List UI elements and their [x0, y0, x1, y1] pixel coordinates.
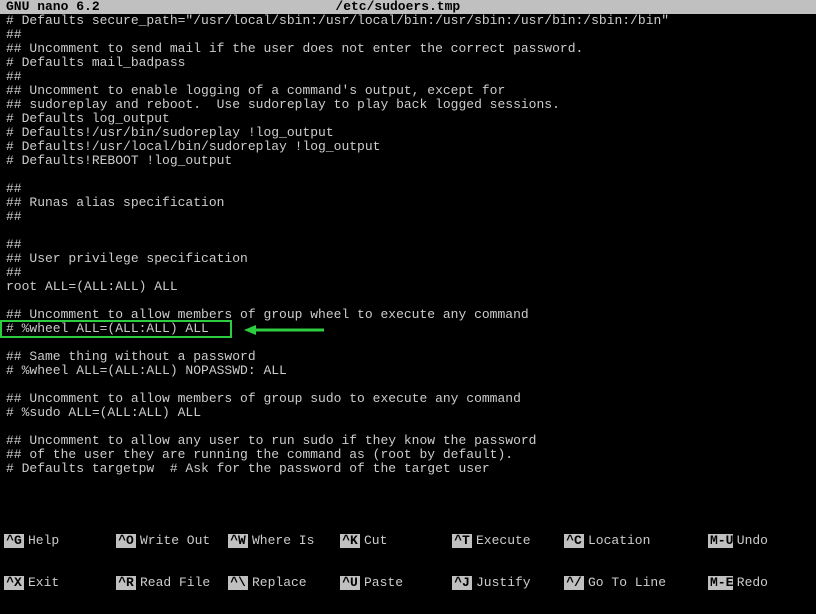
file-line [6, 224, 810, 238]
file-line [6, 420, 810, 434]
title-bar: GNU nano 6.2 /etc/sudoers.tmp [0, 0, 816, 14]
file-line: # Defaults log_output [6, 112, 810, 126]
help-key: ^K [340, 534, 360, 548]
file-line: ## Runas alias specification [6, 196, 810, 210]
arrow-icon [244, 324, 324, 336]
help-item[interactable]: ^X Exit [4, 576, 116, 590]
help-item[interactable]: ^W Where Is [228, 534, 340, 548]
file-line [6, 168, 810, 182]
help-item[interactable]: ^O Write Out [116, 534, 228, 548]
file-line: ## Uncomment to allow members of group w… [6, 308, 810, 322]
help-row-2: ^X Exit ^R Read File ^\ Replace ^U Paste ^J Justi… [4, 576, 812, 590]
file-line [6, 294, 810, 308]
help-key: ^O [116, 534, 136, 548]
help-item[interactable]: ^R Read File [116, 576, 228, 590]
help-key: M-E [708, 576, 733, 590]
file-line: ## [6, 266, 810, 280]
help-key: ^U [340, 576, 360, 590]
help-key: ^W [228, 534, 248, 548]
file-line: ## sudoreplay and reboot. Use sudoreplay… [6, 98, 810, 112]
file-line: root ALL=(ALL:ALL) ALL [6, 280, 810, 294]
title-right [696, 0, 816, 14]
help-item[interactable]: M-U Undo [708, 534, 768, 548]
help-label: Read File [140, 576, 210, 590]
file-line: # Defaults!/usr/bin/sudoreplay !log_outp… [6, 126, 810, 140]
file-line [6, 336, 810, 350]
help-item[interactable]: ^/ Go To Line [564, 576, 708, 590]
help-label: Write Out [140, 534, 210, 548]
help-key: ^/ [564, 576, 584, 590]
file-line: # %sudo ALL=(ALL:ALL) ALL [6, 406, 810, 420]
help-key: ^J [452, 576, 472, 590]
file-line: ## [6, 210, 810, 224]
help-item[interactable]: ^T Execute [452, 534, 564, 548]
help-label: Redo [737, 576, 768, 590]
file-line: # Defaults!/usr/local/bin/sudoreplay !lo… [6, 140, 810, 154]
help-label: Exit [28, 576, 59, 590]
file-line: ## of the user they are running the comm… [6, 448, 810, 462]
file-line: # Defaults secure_path="/usr/local/sbin:… [6, 14, 810, 28]
help-label: Location [588, 534, 650, 548]
highlighted-line: # %wheel ALL=(ALL:ALL) ALL [6, 322, 810, 336]
file-line: ## [6, 182, 810, 196]
file-line: ## Uncomment to allow members of group s… [6, 392, 810, 406]
help-label: Cut [364, 534, 387, 548]
help-item[interactable]: ^U Paste [340, 576, 452, 590]
help-item[interactable]: ^C Location [564, 534, 708, 548]
help-label: Undo [737, 534, 768, 548]
file-line: ## User privilege specification [6, 252, 810, 266]
help-label: Help [28, 534, 59, 548]
help-bar: ^G Help ^O Write Out ^W Where Is ^K Cut ^T Execut… [4, 506, 812, 604]
help-key: ^G [4, 534, 24, 548]
help-key: ^X [4, 576, 24, 590]
help-key: M-U [708, 534, 733, 548]
help-item[interactable]: ^G Help [4, 534, 116, 548]
file-name: /etc/sudoers.tmp [100, 0, 696, 14]
file-line: # Defaults mail_badpass [6, 56, 810, 70]
help-label: Justify [476, 576, 531, 590]
editor-area[interactable]: # Defaults secure_path="/usr/local/sbin:… [0, 14, 816, 570]
help-key: ^R [116, 576, 136, 590]
help-label: Paste [364, 576, 403, 590]
help-row-1: ^G Help ^O Write Out ^W Where Is ^K Cut ^T Execut… [4, 534, 812, 548]
file-line: ## [6, 28, 810, 42]
file-line: # %wheel ALL=(ALL:ALL) ALL [6, 321, 209, 336]
help-item[interactable]: ^J Justify [452, 576, 564, 590]
file-line: # %wheel ALL=(ALL:ALL) NOPASSWD: ALL [6, 364, 810, 378]
file-line: # Defaults!REBOOT !log_output [6, 154, 810, 168]
help-key: ^T [452, 534, 472, 548]
help-label: Go To Line [588, 576, 666, 590]
file-line: # Defaults targetpw # Ask for the passwo… [6, 462, 810, 476]
help-item[interactable]: ^\ Replace [228, 576, 340, 590]
file-line: ## Uncomment to enable logging of a comm… [6, 84, 810, 98]
help-label: Where Is [252, 534, 314, 548]
help-label: Execute [476, 534, 531, 548]
file-line: ## Uncomment to allow any user to run su… [6, 434, 810, 448]
help-label: Replace [252, 576, 307, 590]
help-item[interactable]: M-E Redo [708, 576, 768, 590]
help-key: ^\ [228, 576, 248, 590]
file-line: ## Same thing without a password [6, 350, 810, 364]
app-name: GNU nano 6.2 [0, 0, 100, 14]
file-line [6, 378, 810, 392]
help-item[interactable]: ^K Cut [340, 534, 452, 548]
help-key: ^C [564, 534, 584, 548]
file-line: ## [6, 238, 810, 252]
file-line: ## Uncomment to send mail if the user do… [6, 42, 810, 56]
file-line: ## [6, 70, 810, 84]
